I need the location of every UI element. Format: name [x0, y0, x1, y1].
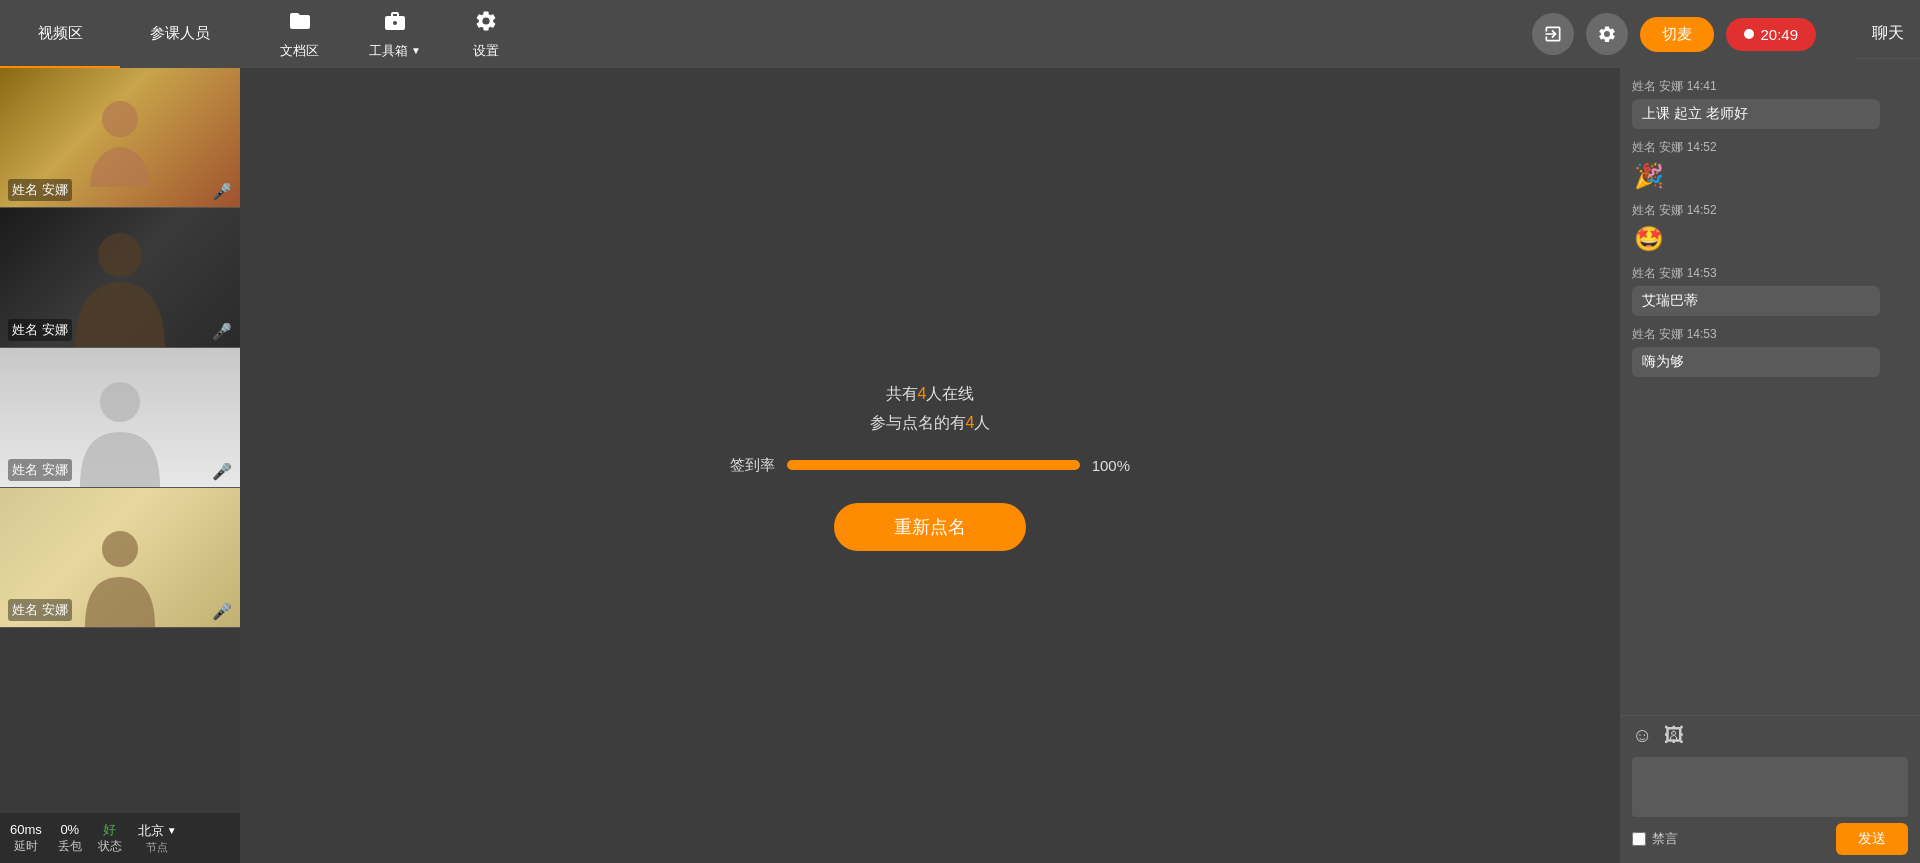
left-panel: 姓名 安娜 🎤 姓名 安娜 🎤 姓名 安娜 🎤: [0, 68, 240, 863]
chat-message-row: 姓名 安娜 14:52 🎉: [1632, 139, 1908, 192]
dropdown-arrow-icon: ▼: [411, 45, 421, 56]
video-name-3: 姓名 安娜: [8, 459, 72, 481]
right-panel: 姓名 安娜 14:41 上课 起立 老师好 姓名 安娜 14:52 🎉 姓名 安…: [1620, 68, 1920, 863]
roll-call-progress-row: 签到率 100%: [730, 456, 1130, 475]
settings-icon-btn[interactable]: [1586, 13, 1628, 55]
video-item: 姓名 安娜 🎤: [0, 488, 240, 628]
video-item: 姓名 安娜 🎤: [0, 68, 240, 208]
progress-bar: [787, 460, 1080, 470]
exit-btn[interactable]: [1532, 13, 1574, 55]
mute-checkbox-row[interactable]: 禁言: [1632, 830, 1678, 848]
chat-message-row: 姓名 安娜 14:52 🤩: [1632, 202, 1908, 255]
chat-header: 聊天: [1856, 9, 1920, 59]
chat-bottom-row: 禁言 发送: [1632, 823, 1908, 855]
emoji-button[interactable]: ☺: [1632, 724, 1652, 747]
video-name-1: 姓名 安娜: [8, 179, 72, 201]
svg-point-2: [100, 382, 140, 422]
toolbar-toolbox[interactable]: 工具箱 ▼: [349, 1, 441, 68]
mic-icon-4: 🎤: [212, 602, 232, 621]
mute-checkbox[interactable]: [1632, 832, 1646, 846]
toolbar-settings[interactable]: 设置: [451, 1, 521, 68]
top-right-controls: 切麦 20:49: [1532, 13, 1836, 55]
status-quality: 好 状态: [98, 822, 122, 854]
image-button[interactable]: 🖼: [1664, 724, 1684, 747]
video-list: 姓名 安娜 🎤 姓名 安娜 🎤 姓名 安娜 🎤: [0, 68, 240, 813]
svg-point-3: [102, 531, 138, 567]
svg-point-1: [98, 233, 142, 277]
chat-message-row: 姓名 安娜 14:53 艾瑞巴蒂: [1632, 265, 1908, 316]
record-button[interactable]: 20:49: [1726, 18, 1816, 51]
chat-input[interactable]: [1632, 757, 1908, 817]
svg-point-0: [102, 101, 138, 137]
center-area: 共有4人在线 参与点名的有4人 签到率 100% 重新点名: [240, 68, 1620, 863]
roll-call-panel: 共有4人在线 参与点名的有4人 签到率 100% 重新点名: [730, 380, 1130, 551]
mic-icon-2: 🎤: [212, 322, 232, 341]
roll-call-stats: 共有4人在线 参与点名的有4人: [870, 380, 991, 438]
mute-button[interactable]: 切麦: [1640, 17, 1714, 52]
folder-icon: [288, 9, 312, 39]
status-delay: 60ms 延时: [10, 822, 42, 854]
chat-messages: 姓名 安娜 14:41 上课 起立 老师好 姓名 安娜 14:52 🎉 姓名 安…: [1620, 68, 1920, 715]
tab-participants[interactable]: 参课人员: [120, 0, 240, 68]
progress-bar-fill: [787, 460, 1080, 470]
tab-video[interactable]: 视频区: [0, 0, 120, 68]
video-item: 姓名 安娜 🎤: [0, 348, 240, 488]
gear-icon: [474, 9, 498, 39]
video-name-4: 姓名 安娜: [8, 599, 72, 621]
mic-icon-1: 🎤: [212, 182, 232, 201]
chat-footer: ☺ 🖼 禁言 发送: [1620, 715, 1920, 863]
chevron-down-icon: ▼: [167, 825, 177, 836]
chat-message-row: 姓名 安娜 14:53 嗨为够: [1632, 326, 1908, 377]
reroll-button[interactable]: 重新点名: [834, 503, 1026, 551]
status-loss: 0% 丢包: [58, 822, 82, 854]
video-item: 姓名 安娜 🎤: [0, 208, 240, 348]
toolbar-docs[interactable]: 文档区: [260, 1, 339, 68]
toolbox-icon: [383, 9, 407, 39]
video-name-2: 姓名 安娜: [8, 319, 72, 341]
chat-toolbar: ☺ 🖼: [1632, 724, 1908, 751]
status-node[interactable]: 北京 ▼ 节点: [138, 822, 177, 855]
status-bar: 60ms 延时 0% 丢包 好 状态 北京 ▼ 节点: [0, 813, 240, 863]
main-toolbar: 文档区 工具箱 ▼ 设置: [240, 0, 1856, 68]
chat-message-row: 姓名 安娜 14:41 上课 起立 老师好: [1632, 78, 1908, 129]
send-button[interactable]: 发送: [1836, 823, 1908, 855]
record-dot-icon: [1744, 29, 1754, 39]
mic-icon-3: 🎤: [212, 462, 232, 481]
